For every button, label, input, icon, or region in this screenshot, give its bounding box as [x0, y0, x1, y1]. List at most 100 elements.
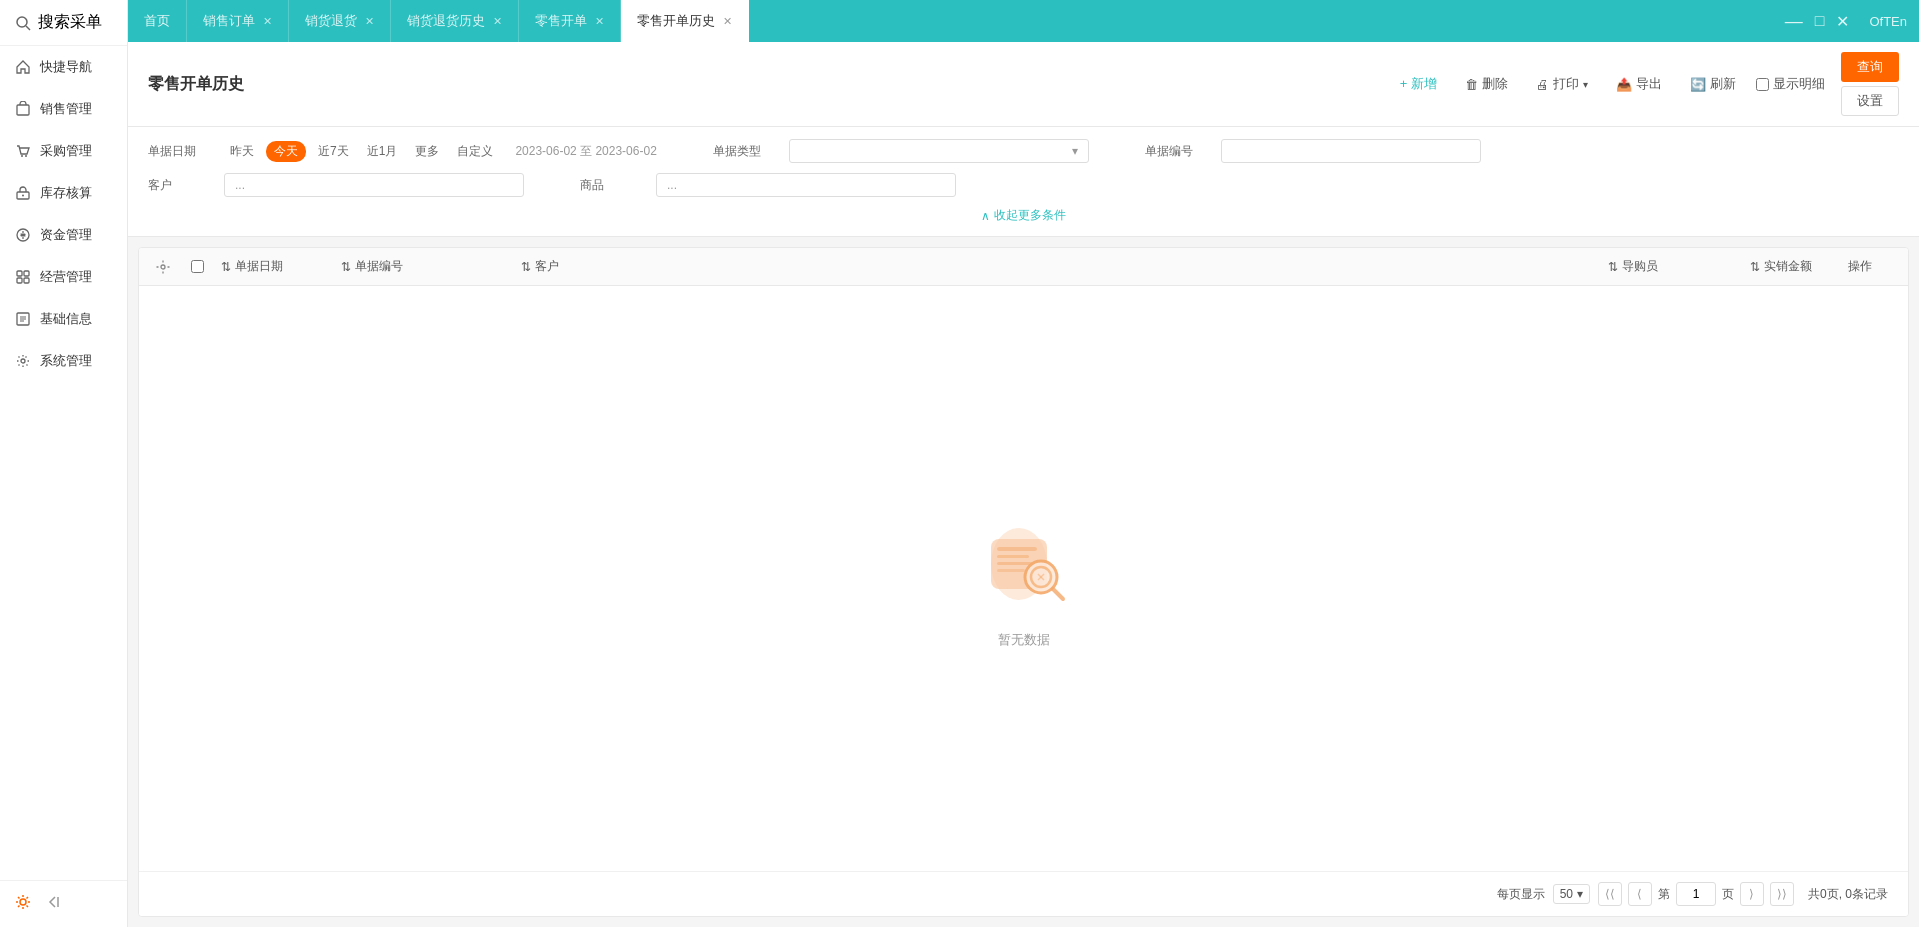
tab-sales-return-history[interactable]: 销货退货历史 ✕ [391, 0, 519, 42]
page-title: 零售开单历史 [148, 74, 244, 95]
tab-close-icon[interactable]: ✕ [493, 15, 502, 28]
dropdown-arrow-icon: ▾ [1072, 144, 1078, 158]
svg-rect-21 [997, 562, 1033, 565]
refresh-icon: 🔄 [1690, 77, 1706, 92]
svg-rect-2 [17, 105, 29, 115]
sort-icon: ⇅ [1608, 260, 1618, 274]
th-bill-no[interactable]: ⇅ 单据编号 [333, 258, 513, 275]
tab-maximize-icon[interactable]: □ [1815, 12, 1825, 30]
sidebar-item-quick-nav[interactable]: 快捷导航 [0, 46, 127, 88]
filter-row-2: 客户 ... 商品 ... [148, 173, 1899, 197]
tab-home[interactable]: 首页 [128, 0, 187, 42]
customer-select[interactable]: ... [224, 173, 524, 197]
svg-line-1 [26, 26, 30, 30]
collapse-sidebar-icon[interactable] [44, 893, 62, 915]
per-page-select[interactable]: 50 ▾ [1553, 884, 1590, 904]
display-detail-toggle[interactable]: 显示明细 [1756, 75, 1825, 93]
settings-footer-icon[interactable] [14, 893, 32, 915]
date-custom[interactable]: 自定义 [451, 141, 499, 162]
svg-rect-8 [17, 271, 22, 276]
tab-window-close-icon[interactable]: ✕ [1836, 12, 1849, 31]
empty-text: 暂无数据 [998, 631, 1050, 649]
tab-close-icon[interactable]: ✕ [595, 15, 604, 28]
tab-retail-history[interactable]: 零售开单历史 ✕ [621, 0, 749, 42]
empty-state: 暂无数据 [139, 286, 1908, 871]
goods-placeholder: ... [667, 178, 677, 192]
brand-label: OfTEn [1869, 14, 1907, 29]
empty-illustration [969, 509, 1079, 619]
sidebar-item-system[interactable]: 系统管理 [0, 340, 127, 382]
next-page-button[interactable]: ⟩ [1740, 882, 1764, 906]
sidebar-item-label: 系统管理 [40, 352, 92, 370]
svg-rect-22 [997, 569, 1025, 572]
sort-icon: ⇅ [1750, 260, 1760, 274]
th-customer[interactable]: ⇅ 客户 [513, 258, 1600, 275]
date-last1month[interactable]: 近1月 [361, 141, 404, 162]
query-button[interactable]: 查询 [1841, 52, 1899, 82]
settings-button[interactable]: 设置 [1841, 86, 1899, 116]
tab-sales-return[interactable]: 销货退货 ✕ [289, 0, 391, 42]
tab-sales-order[interactable]: 销售订单 ✕ [187, 0, 289, 42]
export-button[interactable]: 📤 导出 [1608, 71, 1670, 97]
finance-icon [14, 226, 32, 244]
first-page-button[interactable]: ⟨⟨ [1598, 882, 1622, 906]
svg-rect-11 [24, 278, 29, 283]
th-checkbox[interactable] [183, 260, 213, 273]
tab-close-icon[interactable]: ✕ [263, 15, 272, 28]
goods-select[interactable]: ... [656, 173, 956, 197]
sidebar-footer [0, 880, 127, 927]
sidebar-item-inventory[interactable]: 库存核算 [0, 172, 127, 214]
select-all-checkbox[interactable] [191, 260, 204, 273]
sidebar-search[interactable]: 搜索采单 [0, 0, 127, 46]
tab-retail-open[interactable]: 零售开单 ✕ [519, 0, 621, 42]
sidebar-item-basic[interactable]: 基础信息 [0, 298, 127, 340]
bill-no-label: 单据编号 [1145, 143, 1205, 160]
svg-point-14 [20, 899, 26, 905]
sidebar-item-label: 销售管理 [40, 100, 92, 118]
collapse-filter-button[interactable]: ∧ 收起更多条件 [148, 207, 1899, 224]
sidebar-item-operations[interactable]: 经营管理 [0, 256, 127, 298]
total-info: 共0页, 0条记录 [1808, 886, 1888, 903]
sidebar-item-purchase[interactable]: 采购管理 [0, 130, 127, 172]
tab-close-icon[interactable]: ✕ [723, 15, 732, 28]
bill-type-select[interactable]: ▾ [789, 139, 1089, 163]
print-button[interactable]: 🖨 打印 ▾ [1528, 71, 1596, 97]
trash-icon: 🗑 [1465, 77, 1478, 92]
filter-row-1: 单据日期 昨天 今天 近7天 近1月 更多 自定义 2023-06-02 至 2… [148, 139, 1899, 163]
date-today[interactable]: 今天 [266, 141, 306, 162]
main-area: 首页 销售订单 ✕ 销货退货 ✕ 销货退货历史 ✕ 零售开单 ✕ 零售开单历史 … [128, 0, 1919, 927]
sales-icon [14, 100, 32, 118]
last-page-button[interactable]: ⟩⟩ [1770, 882, 1794, 906]
tab-close-icon[interactable]: ✕ [365, 15, 374, 28]
content-area: 零售开单历史 + 新增 🗑 删除 🖨 打印 ▾ 📤 导出 🔄 [128, 42, 1919, 927]
refresh-button[interactable]: 🔄 刷新 [1682, 71, 1744, 97]
system-icon [14, 352, 32, 370]
svg-point-4 [25, 155, 27, 157]
date-more[interactable]: 更多 [409, 141, 445, 162]
delete-button[interactable]: 🗑 删除 [1457, 71, 1516, 97]
th-amount[interactable]: ⇅ 实销金额 [1700, 258, 1820, 275]
tab-minimize-icon[interactable]: — [1785, 11, 1803, 32]
svg-line-25 [1053, 589, 1063, 599]
th-guide[interactable]: ⇅ 导购员 [1600, 258, 1700, 275]
toolbar: + 新增 🗑 删除 🖨 打印 ▾ 📤 导出 🔄 刷新 [1392, 52, 1899, 116]
date-last7[interactable]: 近7天 [312, 141, 355, 162]
date-yesterday[interactable]: 昨天 [224, 141, 260, 162]
bill-no-input[interactable] [1221, 139, 1481, 163]
prev-page-button[interactable]: ⟨ [1628, 882, 1652, 906]
sidebar-item-sales[interactable]: 销售管理 [0, 88, 127, 130]
page-header: 零售开单历史 + 新增 🗑 删除 🖨 打印 ▾ 📤 导出 🔄 [128, 42, 1919, 127]
sort-icon: ⇅ [521, 260, 531, 274]
add-button[interactable]: + 新增 [1392, 71, 1445, 97]
th-settings[interactable] [147, 259, 183, 275]
svg-rect-20 [997, 555, 1029, 558]
page-number-input[interactable] [1676, 882, 1716, 906]
sidebar-item-finance[interactable]: 资金管理 [0, 214, 127, 256]
filter-area: 单据日期 昨天 今天 近7天 近1月 更多 自定义 2023-06-02 至 2… [128, 127, 1919, 237]
bill-type-label: 单据类型 [713, 143, 773, 160]
display-detail-checkbox[interactable] [1756, 78, 1769, 91]
th-date[interactable]: ⇅ 单据日期 [213, 258, 333, 275]
svg-point-0 [17, 17, 27, 27]
collapse-up-icon: ∧ [981, 209, 990, 223]
tab-actions: — □ ✕ OfTEn [1773, 11, 1919, 32]
